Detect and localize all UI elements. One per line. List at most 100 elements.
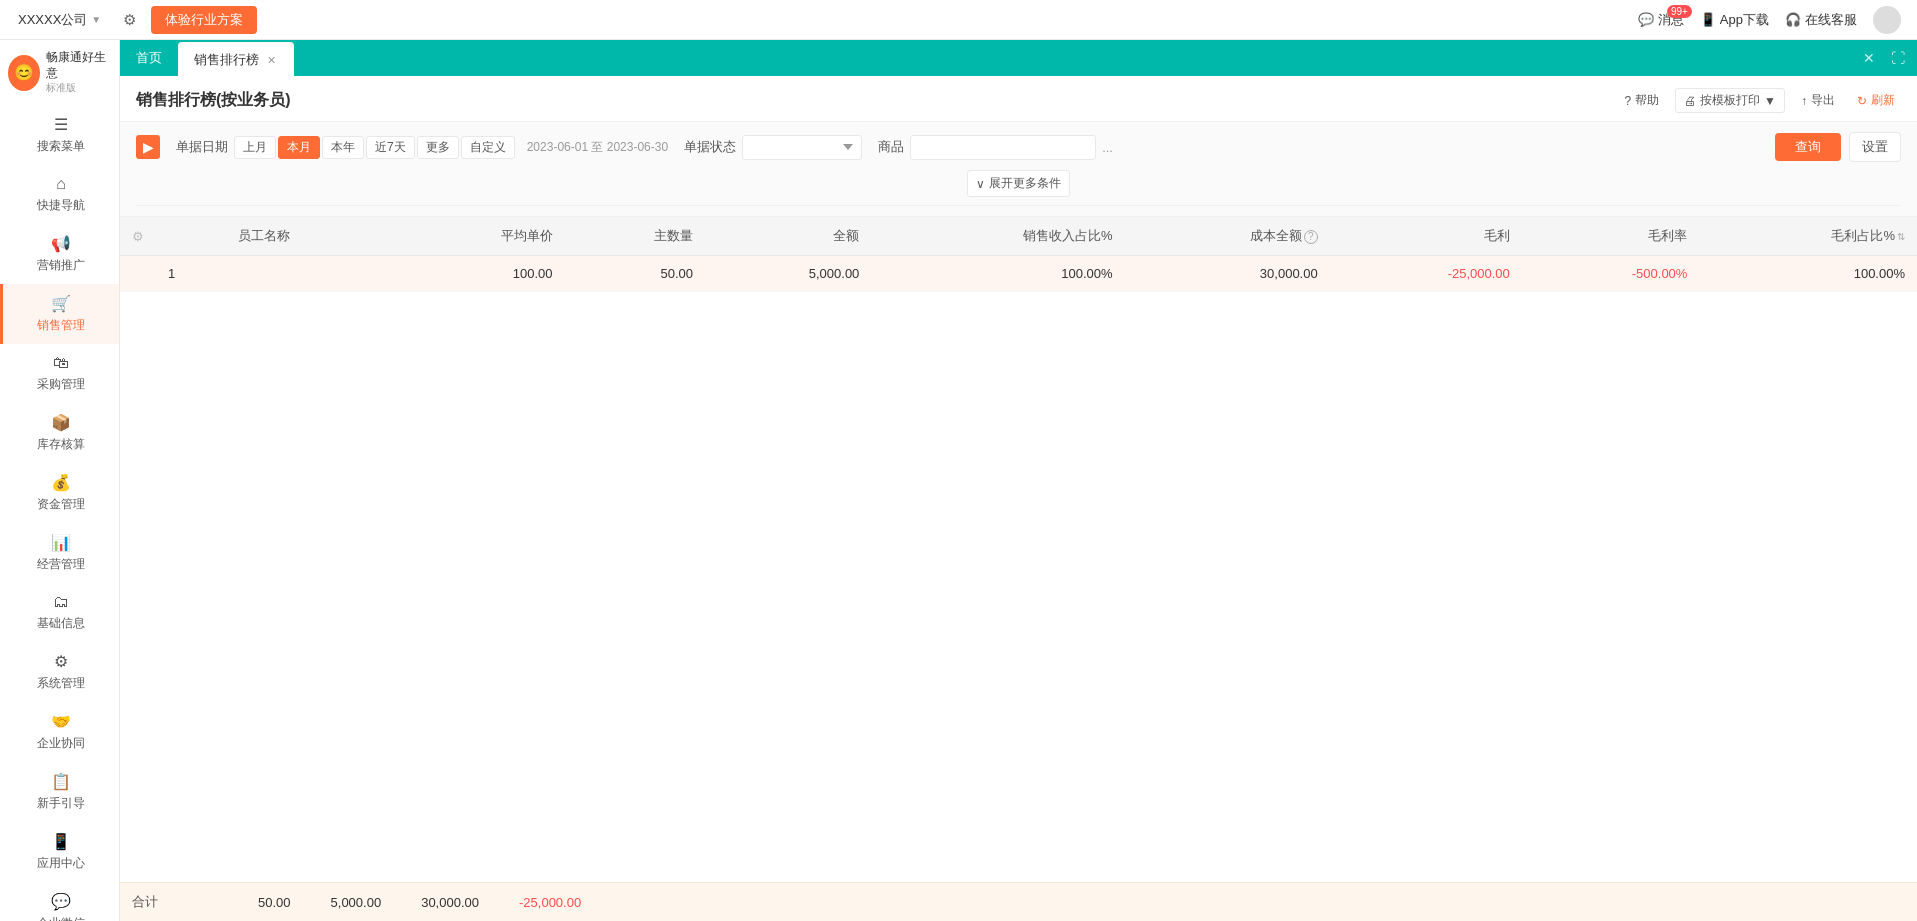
refresh-button[interactable]: ↻ 刷新 [1851, 89, 1901, 112]
inventory-icon: 📦 [51, 413, 71, 432]
sidebar-label-quick-nav: 快捷导航 [37, 197, 85, 214]
date-this-month-btn[interactable]: 本月 [278, 136, 320, 159]
sidebar-item-marketing[interactable]: 📢 营销推广 [0, 224, 119, 284]
tab-bar: 首页 销售排行榜 ✕ ✕ ⛶ [120, 40, 1917, 76]
print-icon: 🖨 [1684, 94, 1696, 108]
export-button[interactable]: ↑ 导出 [1795, 89, 1841, 112]
query-button[interactable]: 查询 [1775, 133, 1841, 161]
sidebar-label-sales: 销售管理 [37, 317, 85, 334]
table-container: ⚙ 员工名称 平均单价 主数量 全额 销售收入占比% 成本全额? 毛利 毛利率 [120, 217, 1917, 882]
th-settings: ⚙ [120, 217, 156, 256]
company-selector[interactable]: XXXXX公司 ▼ [12, 9, 107, 31]
th-rank [156, 217, 226, 256]
tab-close-icon[interactable]: ✕ [265, 53, 278, 68]
avatar[interactable] [1873, 6, 1905, 34]
date-last-month-btn[interactable]: 上月 [234, 136, 276, 159]
sidebar-item-inventory[interactable]: 📦 库存核算 [0, 403, 119, 463]
refresh-icon: ↻ [1857, 94, 1867, 108]
sidebar-item-quick-nav[interactable]: ⌂ 快捷导航 [0, 165, 119, 224]
support-icon: 🎧 [1785, 12, 1801, 27]
user-avatar [1873, 6, 1901, 34]
cost-tip-icon[interactable]: ? [1304, 230, 1318, 244]
sidebar-item-sales[interactable]: 🛒 销售管理 [0, 284, 119, 344]
export-icon: ↑ [1801, 94, 1807, 108]
table-header-row: ⚙ 员工名称 平均单价 主数量 全额 销售收入占比% 成本全额? 毛利 毛利率 [120, 217, 1917, 256]
date-this-year-btn[interactable]: 本年 [322, 136, 364, 159]
sidebar-label-system: 系统管理 [37, 675, 85, 692]
footer-amount: 5,000.00 [331, 895, 382, 910]
expand-more-button[interactable]: ∨ 展开更多条件 [967, 170, 1070, 197]
footer-gross: -25,000.00 [519, 895, 581, 910]
sidebar-label-wechat: 企业微信 [37, 915, 85, 921]
search-menu-icon: ☰ [54, 115, 68, 134]
date-filter-group: 单据日期 上月 本月 本年 近7天 更多 自定义 2023-06-01 至 20… [176, 136, 668, 159]
goods-filter-group: 商品 ... [878, 135, 1113, 160]
basics-icon: 🗂 [53, 593, 69, 611]
th-gross: 毛利 [1330, 217, 1522, 256]
data-table: ⚙ 员工名称 平均单价 主数量 全额 销售收入占比% 成本全额? 毛利 毛利率 [120, 217, 1917, 292]
purchase-icon: 🛍 [53, 354, 69, 372]
th-gross-rate: 毛利率 [1522, 217, 1700, 256]
sidebar-item-basics[interactable]: 🗂 基础信息 [0, 583, 119, 642]
logo-icon: 😊 [8, 55, 40, 91]
help-button[interactable]: ? 帮助 [1618, 89, 1665, 112]
date-more-btn[interactable]: 更多 [417, 136, 459, 159]
footer-label: 合计 [132, 893, 158, 911]
td-employee [226, 256, 395, 292]
top-bar: XXXXX公司 ▼ ⚙ 体验行业方案 💬 消息 99+ 📱 App下载 🎧 在线… [0, 0, 1917, 40]
sidebar-label-purchase: 采购管理 [37, 376, 85, 393]
goods-more-icon[interactable]: ... [1102, 140, 1113, 155]
app-download-button[interactable]: 📱 App下载 [1700, 11, 1769, 29]
tab-sales-ranking[interactable]: 销售排行榜 ✕ [178, 42, 294, 78]
date-btn-group: 上月 本月 本年 近7天 更多 自定义 [234, 136, 515, 159]
filter-collapse-button[interactable]: ▶ [136, 135, 160, 159]
tab-close-all-icon[interactable]: ✕ [1859, 46, 1879, 70]
td-gross: -25,000.00 [1330, 256, 1522, 292]
td-quantity: 50.00 [565, 256, 705, 292]
sidebar-item-finance[interactable]: 💰 资金管理 [0, 463, 119, 523]
expand-more-row: ∨ 展开更多条件 [136, 162, 1901, 206]
sidebar-label-operations: 经营管理 [37, 556, 85, 573]
print-button[interactable]: 🖨 按模板打印 ▼ [1675, 88, 1785, 113]
sidebar-item-collab[interactable]: 🤝 企业协同 [0, 702, 119, 762]
help-icon: ? [1624, 94, 1631, 108]
sidebar-item-wechat[interactable]: 💬 企业微信 [0, 882, 119, 921]
sidebar-item-guide[interactable]: 📋 新手引导 [0, 762, 119, 822]
goods-input[interactable] [910, 135, 1096, 160]
sidebar-item-apps[interactable]: 📱 应用中心 [0, 822, 119, 882]
sort-icon[interactable]: ⇅ [1897, 231, 1905, 242]
settings-button[interactable]: ⚙ [115, 6, 143, 34]
finance-icon: 💰 [51, 473, 71, 492]
date-custom-btn[interactable]: 自定义 [461, 136, 515, 159]
th-amount: 全额 [705, 217, 871, 256]
setting-button[interactable]: 设置 [1849, 132, 1901, 162]
sidebar-item-operations[interactable]: 📊 经营管理 [0, 523, 119, 583]
tab-home[interactable]: 首页 [120, 40, 178, 76]
sidebar-label-apps: 应用中心 [37, 855, 85, 872]
sidebar-item-purchase[interactable]: 🛍 采购管理 [0, 344, 119, 403]
tab-maximize-icon[interactable]: ⛶ [1887, 46, 1909, 70]
sidebar-item-search[interactable]: ☰ 搜索菜单 [0, 105, 119, 165]
sidebar-item-system[interactable]: ⚙ 系统管理 [0, 642, 119, 702]
marketing-icon: 📢 [51, 234, 71, 253]
message-icon: 💬 [1638, 12, 1654, 27]
trial-button[interactable]: 体验行业方案 [151, 6, 257, 34]
table-footer: 合计 50.00 5,000.00 30,000.00 -25,000.00 [120, 882, 1917, 921]
online-support-button[interactable]: 🎧 在线客服 [1785, 11, 1857, 29]
page-header: 销售排行榜(按业务员) ? 帮助 🖨 按模板打印 ▼ ↑ 导出 [120, 76, 1917, 122]
chevron-down-icon: ▼ [91, 14, 101, 25]
th-employee: 员工名称 [226, 217, 395, 256]
th-gross-pct: 毛利占比%⇅ [1699, 217, 1917, 256]
th-cost: 成本全额? [1125, 217, 1330, 256]
filter-bar: ▶ 单据日期 上月 本月 本年 近7天 更多 自定义 2023-06-01 至 … [120, 122, 1917, 217]
td-sales-pct: 100.00% [871, 256, 1124, 292]
sales-ranking-tab-label: 销售排行榜 [194, 51, 259, 69]
status-select[interactable] [742, 135, 862, 160]
td-amount: 5,000.00 [705, 256, 871, 292]
date-last-7-days-btn[interactable]: 近7天 [366, 136, 415, 159]
message-button[interactable]: 💬 消息 99+ [1638, 11, 1684, 29]
sales-icon: 🛒 [51, 294, 71, 313]
status-filter-group: 单据状态 [684, 135, 862, 160]
th-sales-pct: 销售收入占比% [871, 217, 1124, 256]
sidebar-label-marketing: 营销推广 [37, 257, 85, 274]
